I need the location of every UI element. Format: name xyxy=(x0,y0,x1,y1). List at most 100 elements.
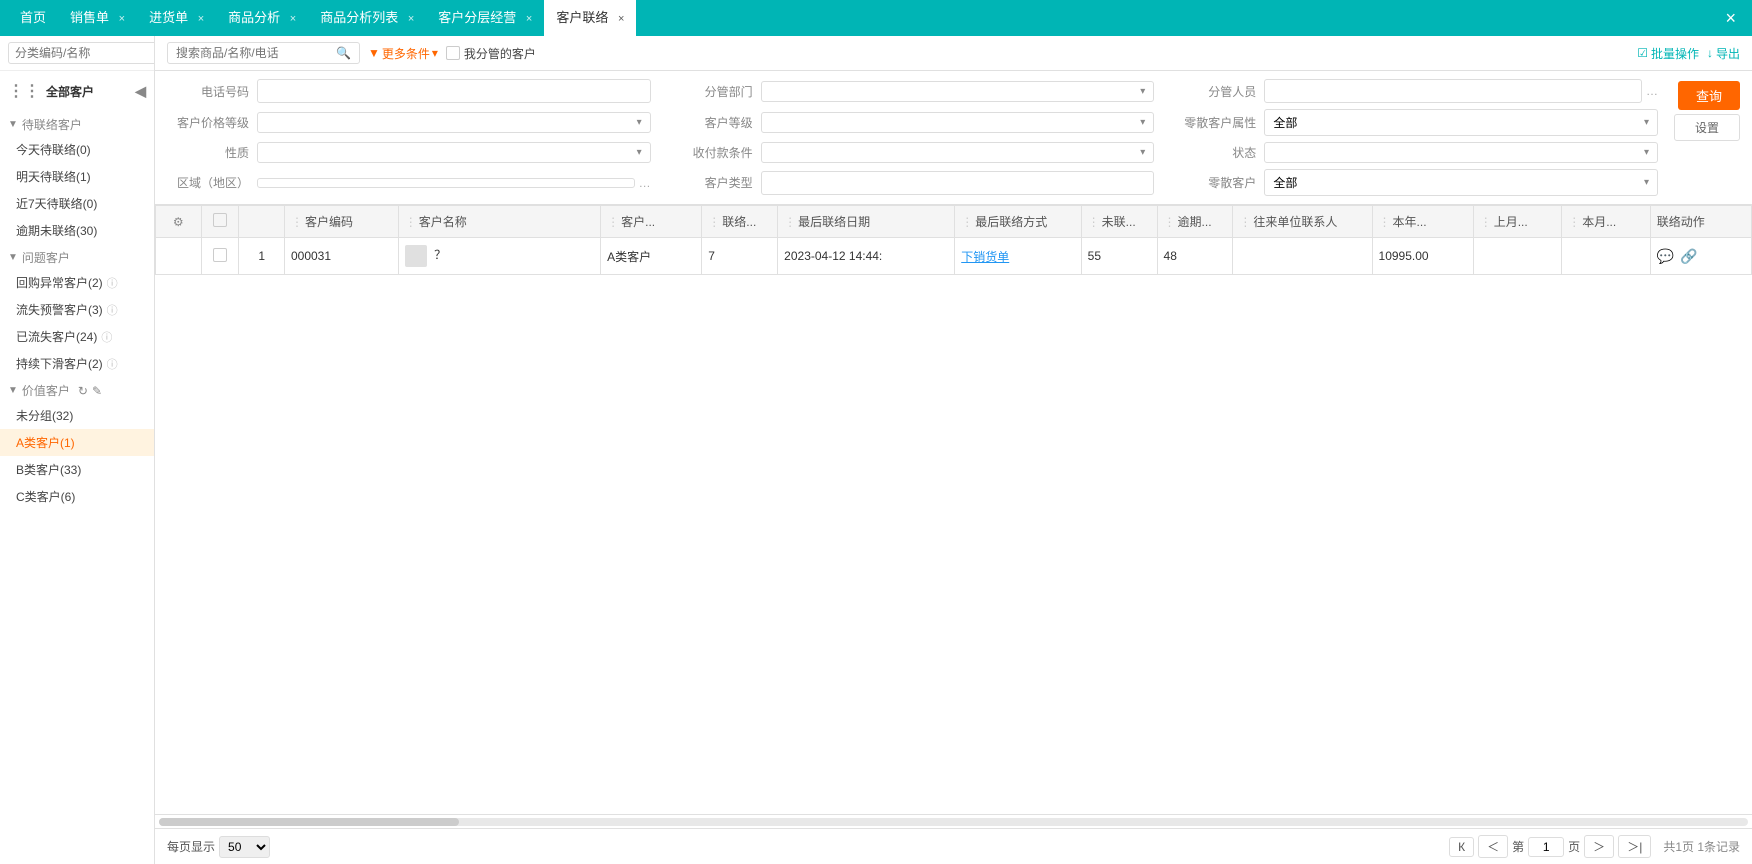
adv-customer-level-select[interactable]: ▾ xyxy=(761,112,1155,133)
filter-search-input[interactable] xyxy=(176,46,336,60)
th-this-year[interactable]: ⋮本年... xyxy=(1372,206,1473,238)
th-overdue[interactable]: ⋮逾期... xyxy=(1157,206,1233,238)
th-name[interactable]: ⋮客户名称 xyxy=(398,206,600,238)
nav-home[interactable]: 首页 xyxy=(8,0,58,36)
header-checkbox[interactable] xyxy=(213,213,227,227)
chat-action-icon[interactable]: 💬 xyxy=(1657,248,1674,265)
adv-payment-arrow-icon: ▾ xyxy=(1140,147,1145,158)
collapse-icon[interactable]: ◀ xyxy=(135,83,146,100)
adv-payment-select[interactable]: ▾ xyxy=(761,142,1155,163)
sidebar-item-c-class[interactable]: C类客户(6) xyxy=(0,483,154,510)
adv-region-select[interactable] xyxy=(257,178,635,188)
th-type[interactable]: ⋮客户... xyxy=(601,206,702,238)
adv-scatter-attr-select[interactable]: 全部 ▾ xyxy=(1264,109,1658,136)
batch-ops-btn[interactable]: ☑ 批量操作 xyxy=(1637,45,1699,62)
sidebar-item-week[interactable]: 近7天待联络(0) xyxy=(0,190,154,217)
close-segment-icon[interactable]: × xyxy=(526,13,532,25)
th-this-month[interactable]: ⋮本月... xyxy=(1562,206,1651,238)
sidebar-item-a-class[interactable]: A类客户(1) xyxy=(0,429,154,456)
edit-value-icon[interactable]: ✎ xyxy=(92,384,102,398)
th-gear[interactable]: ⚙ xyxy=(156,206,202,238)
nav-goods-list[interactable]: 商品分析列表 × xyxy=(308,0,426,36)
sidebar-item-b-class[interactable]: B类客户(33) xyxy=(0,456,154,483)
th-uncontacted[interactable]: ⋮未联... xyxy=(1081,206,1157,238)
contact-resizer: ⋮ xyxy=(708,215,720,229)
refresh-icon[interactable]: ↻ xyxy=(78,384,88,398)
th-last-method-label: 最后联络方式 xyxy=(975,215,1047,229)
close-sales-icon[interactable]: × xyxy=(119,13,125,25)
adv-person-input[interactable] xyxy=(1264,79,1642,103)
adv-row-2: 客户价格等级 ▾ 客户等级 ▾ xyxy=(167,109,1658,136)
adv-nature-select[interactable]: ▾ xyxy=(257,142,651,163)
declining-info-icon: ⓘ xyxy=(107,356,118,372)
close-goods-list-icon[interactable]: × xyxy=(408,13,414,25)
pagination-control: К ＜ 第 页 ＞ ＞| 共1页 1条记录 xyxy=(1449,835,1740,858)
row-checkbox[interactable] xyxy=(213,248,227,262)
cell-last-method[interactable]: 下销货单 xyxy=(955,238,1081,275)
th-contact-label: 联络... xyxy=(722,215,756,229)
next-page-btn[interactable]: ＞ xyxy=(1584,835,1614,858)
export-btn[interactable]: ↓ 导出 xyxy=(1707,45,1740,62)
value-customers-group: ▼ 价值客户 ↻ ✎ xyxy=(0,377,154,402)
close-contact-icon[interactable]: × xyxy=(618,13,624,25)
th-action-label: 联络动作 xyxy=(1657,215,1705,229)
adv-region-dots-icon[interactable]: … xyxy=(639,176,651,190)
more-filters-btn[interactable]: ▼ 更多条件 ▾ xyxy=(368,45,438,62)
nav-goods-analysis[interactable]: 商品分析 × xyxy=(216,0,308,36)
sidebar-item-tomorrow[interactable]: 明天待联络(1) xyxy=(0,163,154,190)
adv-dept-select[interactable]: ▾ xyxy=(761,81,1155,102)
th-code[interactable]: ⋮客户编码 xyxy=(284,206,398,238)
my-customers-check[interactable] xyxy=(446,46,460,60)
sidebar-item-overdue[interactable]: 逾期未联络(30) xyxy=(0,217,154,244)
page-number-input[interactable] xyxy=(1528,837,1564,857)
adv-price-level-select[interactable]: ▾ xyxy=(257,112,651,133)
sidebar-item-churned[interactable]: 已流失客户(24) ⓘ xyxy=(0,323,154,350)
sidebar-item-declining[interactable]: 持续下滑客户(2) ⓘ xyxy=(0,350,154,377)
overdue-resizer: ⋮ xyxy=(1164,215,1176,229)
last-method-link[interactable]: 下销货单 xyxy=(961,250,1009,264)
settings-button[interactable]: 设置 xyxy=(1674,114,1740,141)
last-page-btn[interactable]: ＞| xyxy=(1618,835,1651,858)
horizontal-scrollbar[interactable] xyxy=(155,814,1752,828)
close-purchase-icon[interactable]: × xyxy=(198,13,204,25)
sidebar-search-input[interactable] xyxy=(8,42,155,64)
sidebar-item-unclassified[interactable]: 未分组(32) xyxy=(0,402,154,429)
nav-sales[interactable]: 销售单 × xyxy=(58,0,137,36)
sidebar-item-today[interactable]: 今天待联络(0) xyxy=(0,136,154,163)
th-last-date-label: 最后联络日期 xyxy=(798,215,870,229)
th-unit-contact[interactable]: ⋮往来单位联系人 xyxy=(1233,206,1372,238)
scrollbar-thumb[interactable] xyxy=(159,818,459,826)
nav-customer-segment[interactable]: 客户分层经营 × xyxy=(426,0,544,36)
adv-scatter-customer-select[interactable]: 全部 ▾ xyxy=(1264,169,1658,196)
filter-search-icon[interactable]: 🔍 xyxy=(336,46,351,60)
th-check[interactable] xyxy=(201,206,239,238)
adv-status-field: 状态 ▾ xyxy=(1174,142,1658,163)
th-last-date[interactable]: ⋮最后联络日期 xyxy=(778,206,955,238)
nav-customer-contact[interactable]: 客户联络 × xyxy=(544,0,636,36)
adv-person-dots-icon[interactable]: … xyxy=(1646,84,1658,98)
sidebar-all-customers-header[interactable]: ⋮⋮ 全部客户 ◀ xyxy=(0,75,154,107)
churned-label: 已流失客户(24) xyxy=(16,328,97,345)
th-contact[interactable]: ⋮联络... xyxy=(702,206,778,238)
gear-icon[interactable]: ⚙ xyxy=(173,215,184,229)
cell-check[interactable] xyxy=(201,238,239,275)
th-last-month[interactable]: ⋮上月... xyxy=(1473,206,1562,238)
page-size-select[interactable]: 50 100 xyxy=(219,836,270,858)
adv-customer-type-input[interactable] xyxy=(761,171,1155,195)
link-action-icon[interactable]: 🔗 xyxy=(1680,248,1697,265)
close-goods-icon[interactable]: × xyxy=(290,13,296,25)
sidebar-item-churn-warning[interactable]: 流失预警客户(3) ⓘ xyxy=(0,296,154,323)
th-last-method[interactable]: ⋮最后联络方式 xyxy=(955,206,1081,238)
prev-page-btn[interactable]: ＜ xyxy=(1478,835,1508,858)
sidebar-item-repurchase[interactable]: 回购异常客户(2) ⓘ xyxy=(0,269,154,296)
my-customers-checkbox[interactable]: 我分管的客户 xyxy=(446,45,536,62)
query-button[interactable]: 查询 xyxy=(1678,81,1740,110)
filter-icon: ▼ xyxy=(368,46,380,60)
adv-status-select[interactable]: ▾ xyxy=(1264,142,1658,163)
adv-phone-input[interactable] xyxy=(257,79,651,103)
nav-purchase[interactable]: 进货单 × xyxy=(137,0,216,36)
nav-close-all[interactable]: × xyxy=(1717,8,1744,29)
scrollbar-track[interactable] xyxy=(159,818,1748,826)
first-page-btn[interactable]: К xyxy=(1449,837,1474,857)
cell-unit-contact xyxy=(1233,238,1372,275)
